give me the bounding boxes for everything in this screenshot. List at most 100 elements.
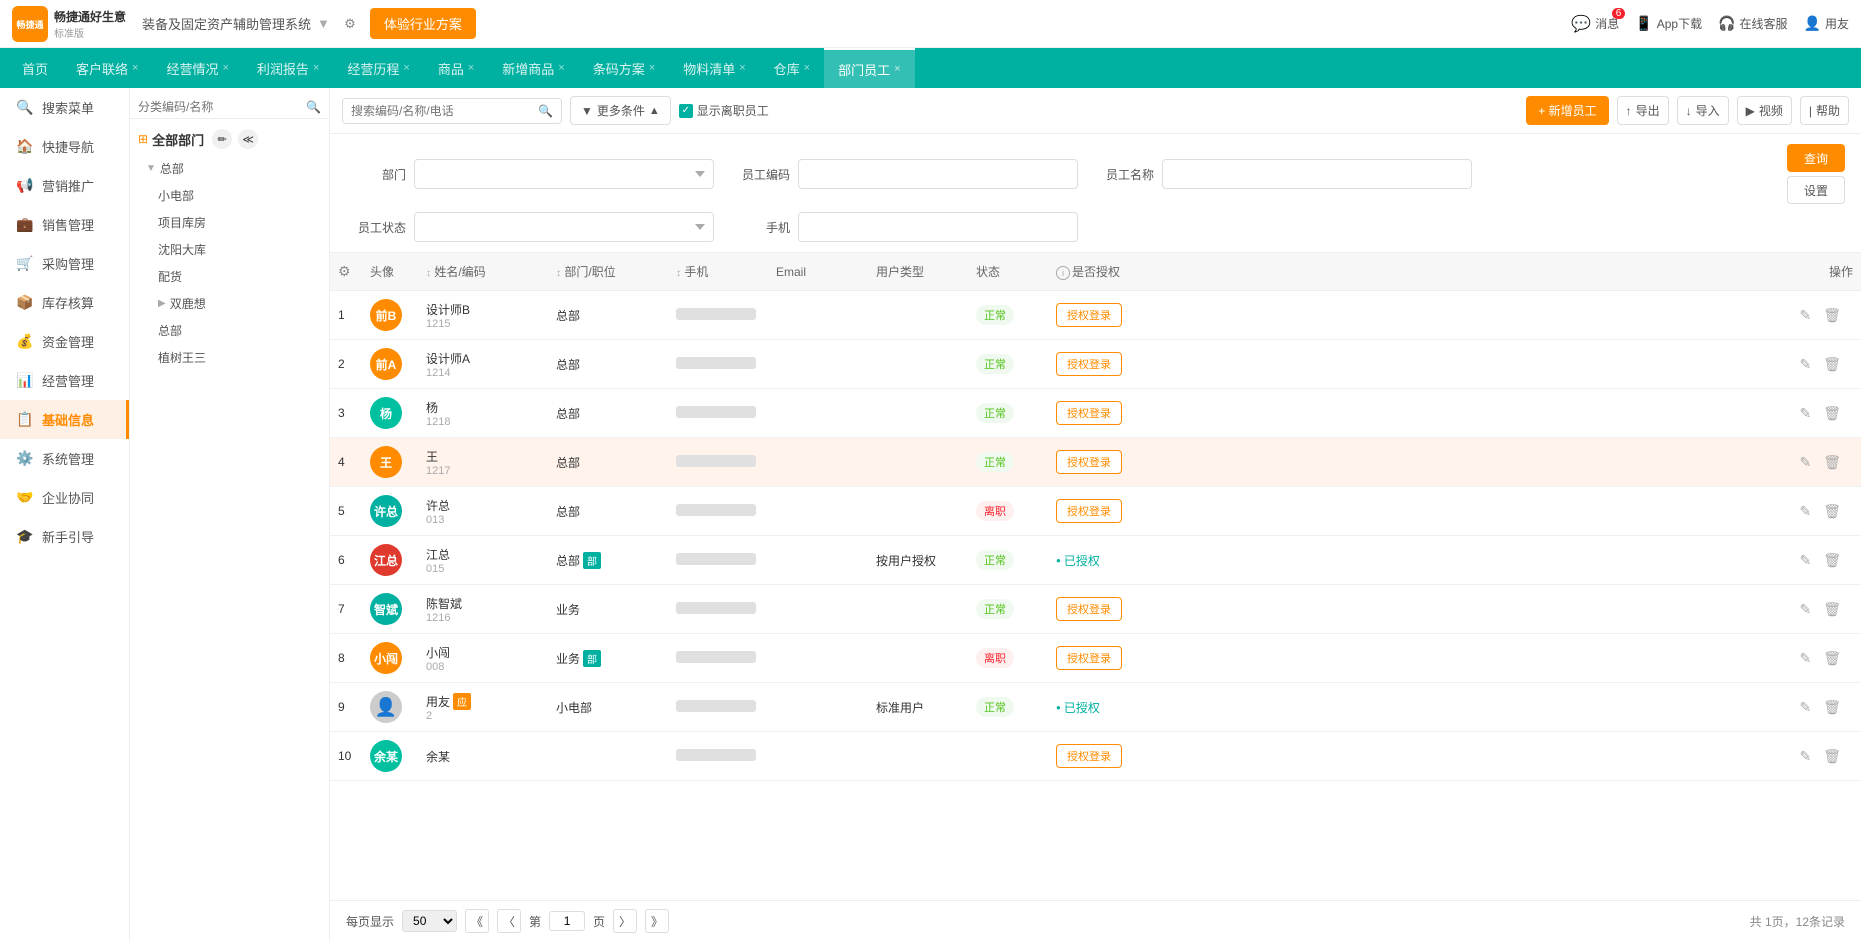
help-button[interactable]: | 帮助	[1800, 96, 1849, 125]
tab-close-icon[interactable]: ×	[649, 62, 655, 74]
nav-tab-经营情况[interactable]: 经营情况 ×	[152, 48, 242, 88]
tree-node-配货[interactable]: 配货	[130, 263, 329, 290]
nav-tab-首页[interactable]: 首页	[8, 48, 62, 88]
sidebar-item-库存核算[interactable]: 📦库存核算	[0, 283, 129, 322]
edit-button[interactable]: ✎	[1799, 650, 1811, 667]
tab-close-icon[interactable]: ×	[222, 62, 228, 74]
search-button[interactable]: 查询	[1787, 144, 1845, 172]
cell-auth[interactable]: 授权登录	[1048, 291, 1168, 340]
import-button[interactable]: ↓ 导入	[1677, 96, 1729, 125]
cell-auth[interactable]: 授权登录	[1048, 438, 1168, 487]
cell-auth[interactable]: 授权登录	[1048, 340, 1168, 389]
tree-node-总部[interactable]: ▼ 总部	[130, 155, 329, 182]
export-button[interactable]: ↑ 导出	[1617, 96, 1669, 125]
sidebar-item-基础信息[interactable]: 📋基础信息	[0, 400, 129, 439]
delete-button[interactable]: 🗑	[1823, 405, 1841, 422]
edit-button[interactable]: ✎	[1799, 503, 1811, 520]
status-select[interactable]	[414, 212, 714, 242]
tree-node-双鹿想[interactable]: ▶ 双鹿想	[130, 290, 329, 317]
tab-close-icon[interactable]: ×	[804, 62, 810, 74]
edit-button[interactable]: ✎	[1799, 356, 1811, 373]
nav-tab-商品[interactable]: 商品 ×	[424, 48, 488, 88]
trial-button[interactable]: 体验行业方案	[370, 8, 476, 39]
cell-auth[interactable]: 授权登录	[1048, 732, 1168, 781]
sidebar-item-采购管理[interactable]: 🛒采购管理	[0, 244, 129, 283]
edit-button[interactable]: ✎	[1799, 748, 1811, 765]
set-button[interactable]: 设置	[1787, 176, 1845, 204]
tab-close-icon[interactable]: ×	[558, 62, 564, 74]
edit-button[interactable]: ✎	[1799, 405, 1811, 422]
sidebar-item-新手引导[interactable]: 🎓新手引导	[0, 517, 129, 556]
tree-node-沈阳大库[interactable]: 沈阳大库	[130, 236, 329, 263]
edit-button[interactable]: ✎	[1799, 552, 1811, 569]
app-download-button[interactable]: 📱 App下载	[1635, 15, 1702, 32]
tab-close-icon[interactable]: ×	[403, 62, 409, 74]
tab-close-icon[interactable]: ×	[739, 62, 745, 74]
show-resigned-checkbox[interactable]: ✓ 显示离职员工	[679, 102, 769, 119]
delete-button[interactable]: 🗑	[1823, 650, 1841, 667]
delete-button[interactable]: 🗑	[1823, 454, 1841, 471]
delete-button[interactable]: 🗑	[1823, 748, 1841, 765]
sidebar-item-营销推广[interactable]: 📢营销推广	[0, 166, 129, 205]
auth-login-button[interactable]: 授权登录	[1056, 744, 1122, 768]
code-input[interactable]	[798, 159, 1078, 189]
sidebar-item-经营管理[interactable]: 📊经营管理	[0, 361, 129, 400]
tab-close-icon[interactable]: ×	[894, 63, 900, 75]
sidebar-item-搜索菜单[interactable]: 🔍搜索菜单	[0, 88, 129, 127]
auth-login-button[interactable]: 授权登录	[1056, 646, 1122, 670]
auth-login-button[interactable]: 授权登录	[1056, 450, 1122, 474]
add-employee-button[interactable]: + 新增员工	[1526, 96, 1608, 125]
tree-node-小电部[interactable]: 小电部	[130, 182, 329, 209]
dept-select[interactable]	[414, 159, 714, 189]
user-menu-button[interactable]: 👤 用友	[1804, 15, 1849, 32]
nav-tab-客户联络[interactable]: 客户联络 ×	[62, 48, 152, 88]
delete-button[interactable]: 🗑	[1823, 699, 1841, 716]
cell-auth[interactable]: 授权登录	[1048, 487, 1168, 536]
cell-auth[interactable]: 授权登录	[1048, 585, 1168, 634]
nav-tab-利润报告[interactable]: 利润报告 ×	[243, 48, 333, 88]
cell-auth[interactable]: 授权登录	[1048, 634, 1168, 683]
delete-button[interactable]: 🗑	[1823, 307, 1841, 324]
sidebar-item-系统管理[interactable]: ⚙️系统管理	[0, 439, 129, 478]
chevron-down-icon[interactable]: ▼	[317, 16, 330, 31]
tree-collapse-btn[interactable]: ≪	[238, 129, 258, 149]
sidebar-item-销售管理[interactable]: 💼销售管理	[0, 205, 129, 244]
nav-tab-物料清单[interactable]: 物料清单 ×	[669, 48, 759, 88]
nav-tab-新增商品[interactable]: 新增商品 ×	[488, 48, 578, 88]
edit-button[interactable]: ✎	[1799, 307, 1811, 324]
name-input[interactable]	[1162, 159, 1472, 189]
sidebar-item-资金管理[interactable]: 💰资金管理	[0, 322, 129, 361]
phone-input[interactable]	[798, 212, 1078, 242]
edit-button[interactable]: ✎	[1799, 454, 1811, 471]
delete-button[interactable]: 🗑	[1823, 503, 1841, 520]
online-service-button[interactable]: 🎧 在线客服	[1718, 15, 1787, 32]
delete-button[interactable]: 🗑	[1823, 601, 1841, 618]
auth-login-button[interactable]: 授权登录	[1056, 499, 1122, 523]
last-page-button[interactable]: 》	[645, 909, 669, 933]
tree-node-项目库房[interactable]: 项目库房	[130, 209, 329, 236]
auth-login-button[interactable]: 授权登录	[1056, 401, 1122, 425]
cell-auth[interactable]: 授权登录	[1048, 389, 1168, 438]
tree-search-input[interactable]	[138, 100, 306, 114]
message-button[interactable]: 💬 6 消息	[1571, 14, 1619, 34]
gear-button[interactable]: ⚙	[336, 10, 364, 38]
edit-button[interactable]: ✎	[1799, 699, 1811, 716]
tab-close-icon[interactable]: ×	[313, 62, 319, 74]
nav-tab-经营历程[interactable]: 经营历程 ×	[333, 48, 423, 88]
prev-page-button[interactable]: 〈	[497, 909, 521, 933]
tree-node-总部[interactable]: 总部	[130, 317, 329, 344]
delete-button[interactable]: 🗑	[1823, 356, 1841, 373]
auth-login-button[interactable]: 授权登录	[1056, 303, 1122, 327]
edit-button[interactable]: ✎	[1799, 601, 1811, 618]
nav-tab-部门员工[interactable]: 部门员工 ×	[824, 48, 914, 88]
tab-close-icon[interactable]: ×	[468, 62, 474, 74]
sidebar-item-企业协同[interactable]: 🤝企业协同	[0, 478, 129, 517]
video-button[interactable]: ▶ 视频	[1737, 96, 1792, 125]
tab-close-icon[interactable]: ×	[132, 62, 138, 74]
tree-edit-btn[interactable]: ✏	[212, 129, 232, 149]
more-filters-button[interactable]: ▼ 更多条件 ▲	[570, 96, 671, 125]
next-page-button[interactable]: 〉	[613, 909, 637, 933]
page-number-input[interactable]	[549, 911, 585, 931]
search-input[interactable]	[351, 104, 534, 118]
search-box[interactable]: 🔍	[342, 98, 562, 124]
